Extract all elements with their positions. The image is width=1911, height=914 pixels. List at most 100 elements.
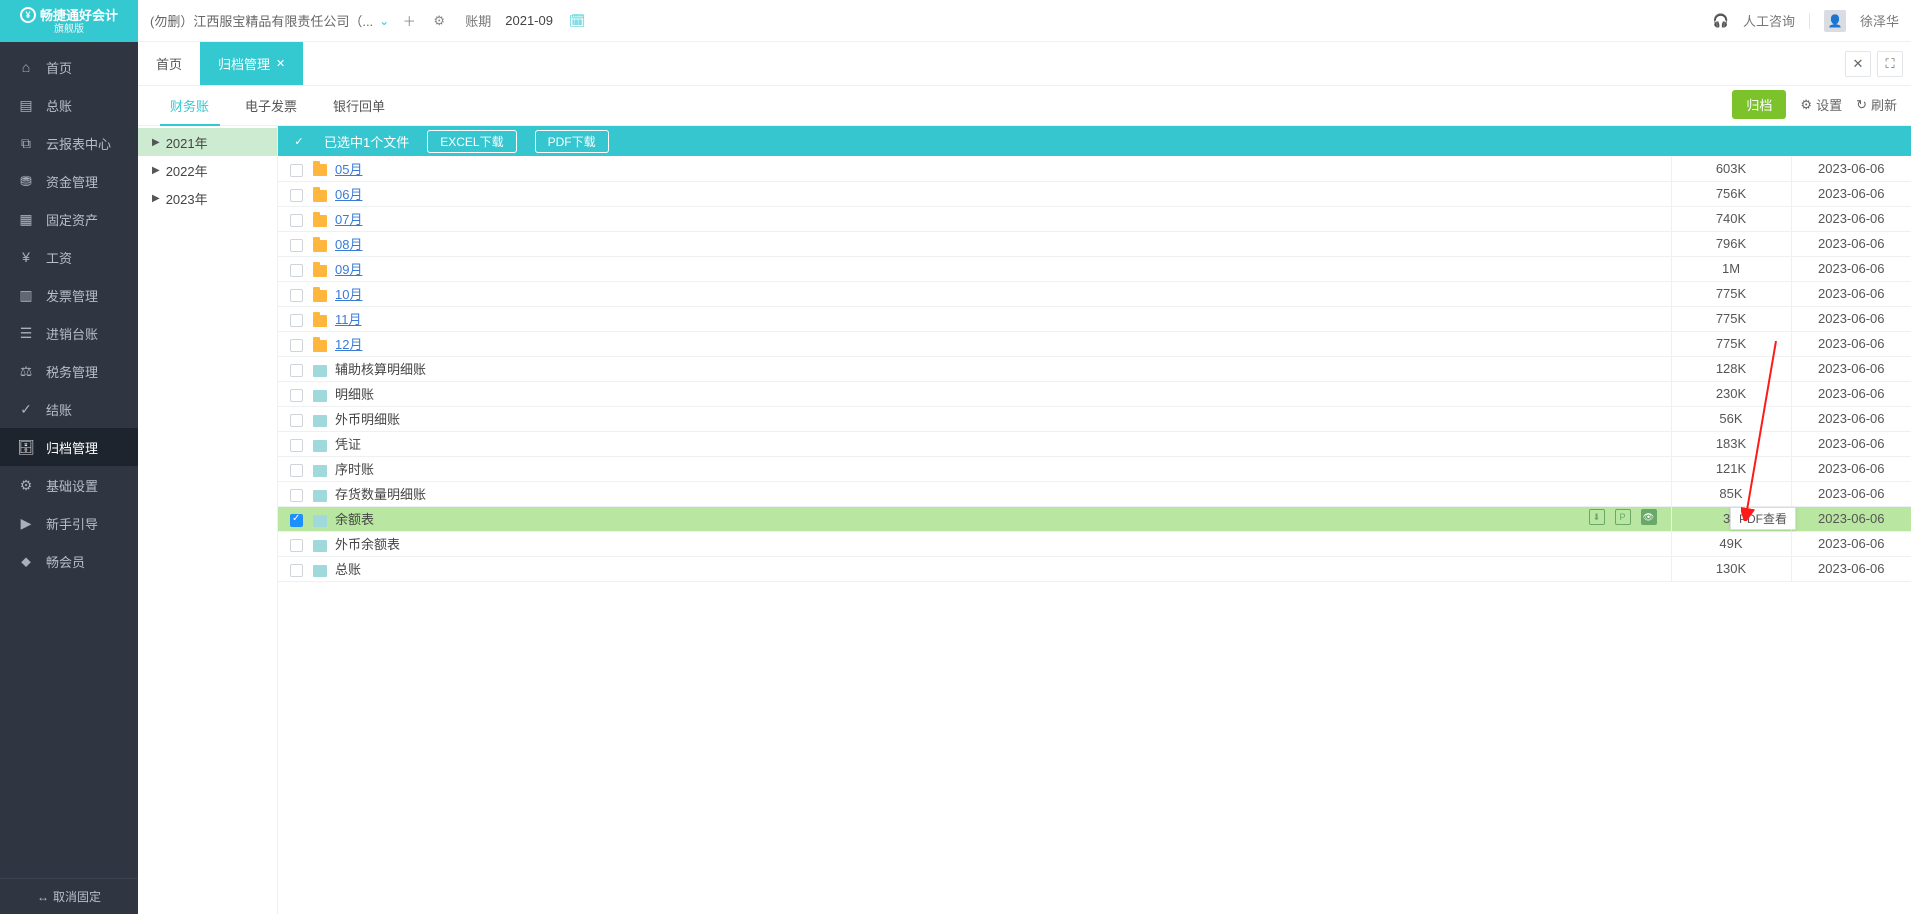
fullscreen-icon[interactable]: ⛶ [1877, 51, 1903, 77]
consult-link[interactable]: 人工咨询 [1743, 11, 1795, 30]
tab-close-button[interactable]: ✕ [1845, 51, 1871, 77]
row-checkbox[interactable] [290, 564, 303, 577]
table-row[interactable]: 08月796K2023-06-06 [278, 231, 1911, 256]
file-size: 775K [1671, 331, 1791, 356]
row-checkbox[interactable] [290, 414, 303, 427]
file-icon [313, 390, 327, 402]
tree-year[interactable]: ▶2023年 [138, 184, 277, 212]
sidebar-item-label: 固定资产 [46, 210, 98, 229]
calendar-icon[interactable]: 🗓 [569, 13, 586, 29]
download-icon[interactable]: ⬇ [1589, 509, 1605, 525]
tree-year[interactable]: ▶2021年 [138, 128, 277, 156]
sidebar-item-label: 首页 [46, 58, 72, 77]
sidebar-item-9[interactable]: ✓结账 [0, 390, 138, 428]
download-pdf-label: PDF下载 [548, 135, 596, 149]
sidebar-item-4[interactable]: ▦固定资产 [0, 200, 138, 238]
table-row[interactable]: 外币余额表49K2023-06-06 [278, 531, 1911, 556]
pdf-icon[interactable]: P [1615, 509, 1631, 525]
avatar-icon[interactable]: 👤 [1824, 10, 1846, 32]
close-icon[interactable]: ✕ [276, 57, 285, 70]
refresh-link[interactable]: ↻刷新 [1856, 95, 1897, 114]
file-name[interactable]: 11月 [335, 312, 362, 327]
company-selector[interactable]: (勿删）江西服宝精品有限责任公司（... ⌄ [150, 11, 389, 30]
add-icon[interactable]: ＋ [399, 11, 419, 30]
row-checkbox[interactable] [290, 339, 303, 352]
row-checkbox[interactable] [290, 464, 303, 477]
table-row[interactable]: 凭证183K2023-06-06 [278, 431, 1911, 456]
table-row[interactable]: 明细账230K2023-06-06 [278, 381, 1911, 406]
file-date: 2023-06-06 [1791, 506, 1911, 531]
table-row[interactable]: 余额表⬇P👁3K2023-06-06 [278, 506, 1911, 531]
subtab-finance[interactable]: 财务账 [152, 86, 227, 125]
row-checkbox[interactable] [290, 364, 303, 377]
sidebar-item-12[interactable]: ▶新手引导 [0, 504, 138, 542]
archive-button[interactable]: 归档 [1732, 90, 1786, 119]
tree-year[interactable]: ▶2022年 [138, 156, 277, 184]
file-name[interactable]: 05月 [335, 162, 362, 177]
download-pdf-button[interactable]: PDF下载 [535, 130, 609, 153]
subtab-bank[interactable]: 银行回单 [315, 86, 403, 125]
table-row[interactable]: 辅助核算明细账128K2023-06-06 [278, 356, 1911, 381]
tab-home[interactable]: 首页 [138, 42, 200, 85]
sidebar-item-label: 基础设置 [46, 476, 98, 495]
gear-icon[interactable]: ⚙ [429, 13, 449, 29]
sidebar-item-10[interactable]: 🗄归档管理 [0, 428, 138, 466]
refresh-link-label: 刷新 [1871, 95, 1897, 114]
download-excel-button[interactable]: EXCEL下载 [427, 130, 516, 153]
table-row[interactable]: 12月775K2023-06-06 [278, 331, 1911, 356]
file-name[interactable]: 09月 [335, 262, 362, 277]
file-name: 外币余额表 [335, 537, 400, 552]
table-row[interactable]: 05月603K2023-06-06 [278, 156, 1911, 181]
row-checkbox[interactable] [290, 264, 303, 277]
row-checkbox[interactable] [290, 439, 303, 452]
sidebar-item-8[interactable]: ⚖税务管理 [0, 352, 138, 390]
row-checkbox[interactable] [290, 314, 303, 327]
row-checkbox[interactable] [290, 514, 303, 527]
sidebar-item-13[interactable]: ⬥畅会员 [0, 542, 138, 580]
row-checkbox[interactable] [290, 189, 303, 202]
file-name[interactable]: 10月 [335, 287, 362, 302]
sidebar-item-11[interactable]: ⚙基础设置 [0, 466, 138, 504]
subtab-einvoice[interactable]: 电子发票 [227, 86, 315, 125]
row-checkbox[interactable] [290, 164, 303, 177]
sidebar-item-3[interactable]: ⛃资金管理 [0, 162, 138, 200]
file-name[interactable]: 06月 [335, 187, 362, 202]
pdf-view-icon[interactable]: 👁 [1641, 509, 1657, 525]
file-name[interactable]: 07月 [335, 212, 362, 227]
row-checkbox[interactable] [290, 389, 303, 402]
settings-link-label: 设置 [1816, 95, 1842, 114]
table-row[interactable]: 10月775K2023-06-06 [278, 281, 1911, 306]
table-row[interactable]: 总账130K2023-06-06 [278, 556, 1911, 581]
file-icon [313, 490, 327, 502]
nav-icon: ⚖ [18, 363, 34, 379]
table-row[interactable]: 06月756K2023-06-06 [278, 181, 1911, 206]
row-checkbox[interactable] [290, 289, 303, 302]
row-checkbox[interactable] [290, 239, 303, 252]
sidebar-item-6[interactable]: ▥发票管理 [0, 276, 138, 314]
table-row[interactable]: 11月775K2023-06-06 [278, 306, 1911, 331]
tab-archive[interactable]: 归档管理 ✕ [200, 42, 303, 85]
file-name: 明细账 [335, 387, 374, 402]
table-row[interactable]: 序时账121K2023-06-06 [278, 456, 1911, 481]
settings-link[interactable]: ⚙设置 [1800, 95, 1842, 114]
download-excel-label: EXCEL下载 [440, 135, 503, 149]
sidebar-item-7[interactable]: ☰进销台账 [0, 314, 138, 352]
nav-icon: ▥ [18, 287, 34, 303]
table-row[interactable]: 外币明细账56K2023-06-06 [278, 406, 1911, 431]
table-row[interactable]: 09月1M2023-06-06 [278, 256, 1911, 281]
file-name[interactable]: 12月 [335, 337, 362, 352]
row-checkbox[interactable] [290, 489, 303, 502]
brand[interactable]: ¥ 畅捷通好会计 旗舰版 [0, 0, 138, 42]
sidebar-item-5[interactable]: ¥工资 [0, 238, 138, 276]
sidebar-item-1[interactable]: ▤总账 [0, 86, 138, 124]
file-name[interactable]: 08月 [335, 237, 362, 252]
table-row[interactable]: 存货数量明细账85K2023-06-06 [278, 481, 1911, 506]
nav-icon: 🗄 [18, 439, 34, 455]
sidebar-item-2[interactable]: ⧉云报表中心 [0, 124, 138, 162]
sidebar-unpin[interactable]: ↔ 取消固定 [0, 878, 138, 914]
row-checkbox[interactable] [290, 539, 303, 552]
username[interactable]: 徐泽华 [1860, 11, 1899, 30]
table-row[interactable]: 07月740K2023-06-06 [278, 206, 1911, 231]
sidebar-item-0[interactable]: ⌂首页 [0, 48, 138, 86]
row-checkbox[interactable] [290, 214, 303, 227]
